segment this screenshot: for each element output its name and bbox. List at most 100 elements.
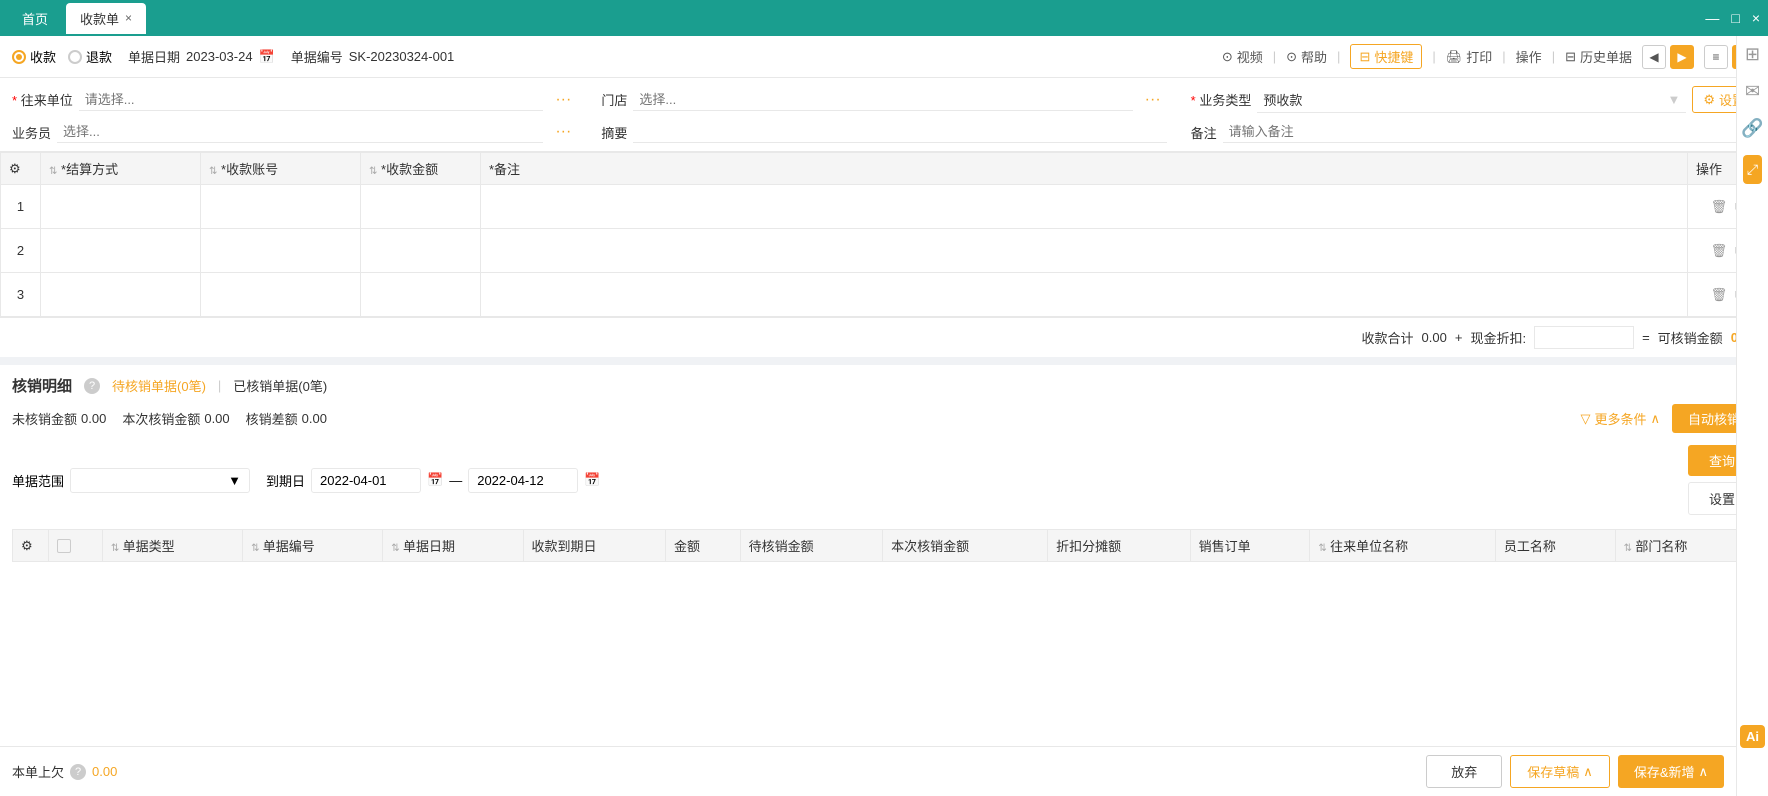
video-icon: ⊙ <box>1222 49 1233 65</box>
help-icon: ⊙ <box>1286 49 1297 65</box>
th-select-checkbox[interactable] <box>49 530 103 562</box>
sidebar-email-icon[interactable]: ✉ <box>1745 81 1760 102</box>
summary-input[interactable] <box>633 121 1166 143</box>
staff-input[interactable] <box>57 121 543 143</box>
date-from-input[interactable] <box>311 468 421 493</box>
done-tab[interactable]: 已核销单据(0笔) <box>233 376 327 395</box>
toolbar-shortcut[interactable]: ⊟ 快捷键 <box>1350 44 1422 69</box>
toolbar-print[interactable]: 🖨 打印 <box>1446 47 1493 66</box>
row-amount[interactable] <box>361 229 481 273</box>
range-select[interactable]: ▼ <box>70 468 250 493</box>
row-amount[interactable] <box>361 185 481 229</box>
radio-group: 收款 退款 <box>12 47 112 66</box>
row-settle[interactable] <box>41 273 201 317</box>
gear-icon-small: ⚙ <box>21 538 33 553</box>
row-account[interactable] <box>201 185 361 229</box>
tab-home[interactable]: 首页 <box>8 3 62 34</box>
toolbar-history[interactable]: ⊟ 历史单据 <box>1565 47 1632 66</box>
select-all-checkbox[interactable] <box>57 539 71 553</box>
diff-value: 0.00 <box>302 411 327 426</box>
row-num: 3 <box>1 273 41 317</box>
delete-icon[interactable]: 🗑 <box>1711 243 1728 259</box>
th-settle-label: *结算方式 <box>61 162 118 177</box>
row-remark[interactable] <box>481 229 1688 273</box>
tab-close-icon[interactable]: × <box>125 11 132 25</box>
th-doc-num: ⇅ 单据编号 <box>243 530 383 562</box>
row-remark[interactable] <box>481 273 1688 317</box>
th-pending-amount-label: 待核销金额 <box>749 539 814 554</box>
th-select-all[interactable]: ⚙ <box>13 530 49 562</box>
staff-more-icon[interactable]: ··· <box>549 123 577 141</box>
row-account[interactable] <box>201 229 361 273</box>
layout-list-btn[interactable]: ≡ <box>1704 45 1728 69</box>
counterpart-more-icon[interactable]: ··· <box>549 91 577 109</box>
chevron-up-icon: ∧ <box>1698 764 1708 780</box>
row-remark[interactable] <box>481 185 1688 229</box>
row-settle[interactable] <box>41 229 201 273</box>
th-amount-label: *收款金额 <box>381 162 438 177</box>
stat-info-icon[interactable]: ? <box>70 764 86 780</box>
th-account[interactable]: ⇅ *收款账号 <box>201 153 361 185</box>
operation-label: 操作 <box>1516 47 1542 66</box>
staff-label: 业务员 <box>12 123 51 142</box>
radio-refund-dot <box>68 50 82 64</box>
delete-icon[interactable]: 🗑 <box>1711 287 1728 303</box>
save-new-btn[interactable]: 保存&新增 ∧ <box>1618 755 1724 788</box>
tab-current[interactable]: 收款单 × <box>66 3 146 34</box>
save-draft-btn[interactable]: 保存草稿 ∧ <box>1510 755 1610 788</box>
th-settle[interactable]: ⇅ *结算方式 <box>41 153 201 185</box>
toolbar-help[interactable]: ⊙ 帮助 <box>1286 47 1327 66</box>
minimize-btn[interactable]: — <box>1705 10 1719 26</box>
dropdown-arrow-icon: ▼ <box>1667 92 1680 107</box>
th-gear[interactable]: ⚙ <box>1 153 41 185</box>
business-type-select[interactable]: 预收款 ▼ <box>1257 87 1686 113</box>
row-account[interactable] <box>201 273 361 317</box>
th-pending-amount: 待核销金额 <box>740 530 882 562</box>
close-btn[interactable]: × <box>1752 10 1760 26</box>
remark-input[interactable] <box>1223 121 1756 143</box>
maximize-btn[interactable]: □ <box>1731 10 1739 26</box>
th-sales-order: 销售订单 <box>1190 530 1310 562</box>
window-controls: — □ × <box>1705 10 1760 26</box>
delete-icon[interactable]: 🗑 <box>1711 199 1728 215</box>
available-label: 可核销金额 <box>1658 328 1723 347</box>
counterpart-input[interactable] <box>79 89 544 111</box>
row-settle[interactable] <box>41 185 201 229</box>
info-icon[interactable]: ? <box>84 378 100 394</box>
ai-button[interactable]: Ai <box>1740 725 1765 748</box>
pending-tab[interactable]: 待核销单据(0笔) <box>112 376 206 395</box>
discount-input[interactable] <box>1534 326 1634 349</box>
row-amount[interactable] <box>361 273 481 317</box>
calendar-to-icon[interactable]: 📅 <box>584 472 600 488</box>
date-to-input[interactable] <box>468 468 578 493</box>
discard-btn[interactable]: 放弃 <box>1426 755 1502 788</box>
sidebar-expand-icon[interactable]: ⤢ <box>1743 155 1762 184</box>
sidebar-table-icon[interactable]: ⊞ <box>1745 44 1760 65</box>
toolbar-video[interactable]: ⊙ 视频 <box>1222 47 1263 66</box>
calendar-from-icon[interactable]: 📅 <box>427 472 443 488</box>
date-calendar-icon[interactable]: 📅 <box>259 49 275 65</box>
th-amount[interactable]: ⇅ *收款金额 <box>361 153 481 185</box>
current-amount: 本次核销金额 0.00 <box>122 409 229 428</box>
toolbar-right: ⊙ 视频 | ⊙ 帮助 | ⊟ 快捷键 | 🖨 打印 | 操作 | <box>1222 44 1756 69</box>
store-input[interactable] <box>633 89 1132 111</box>
store-more-icon[interactable]: ··· <box>1139 91 1167 109</box>
video-label: 视频 <box>1237 47 1263 66</box>
radio-collect-dot <box>12 50 26 64</box>
summary-bar: 收款合计 0.00 + 现金折扣: = 可核销金额 0.00 <box>0 317 1768 357</box>
unchecked-amount-value: 0.00 <box>81 411 106 426</box>
toolbar-operation[interactable]: 操作 <box>1516 47 1542 66</box>
due-date-field: 到期日 📅 — 📅 <box>266 468 600 493</box>
radio-collect[interactable]: 收款 <box>12 47 56 66</box>
form-row-2: 业务员 ··· 摘要 备注 <box>12 121 1756 143</box>
radio-refund[interactable]: 退款 <box>68 47 112 66</box>
sidebar-attachment-icon[interactable]: 🔗 <box>1741 118 1763 139</box>
more-conditions-link[interactable]: ▽ 更多条件 ∧ <box>1580 409 1660 428</box>
nav-prev-btn[interactable]: ◀ <box>1642 45 1666 69</box>
th-amount: 金额 <box>665 530 740 562</box>
th-dept: ⇅ 部门名称 <box>1615 530 1755 562</box>
section-title: 核销明细 <box>12 375 72 396</box>
sort-icon: ⇅ <box>391 543 399 554</box>
nav-next-btn[interactable]: ▶ <box>1670 45 1694 69</box>
th-staff-label: 员工名称 <box>1504 539 1556 554</box>
